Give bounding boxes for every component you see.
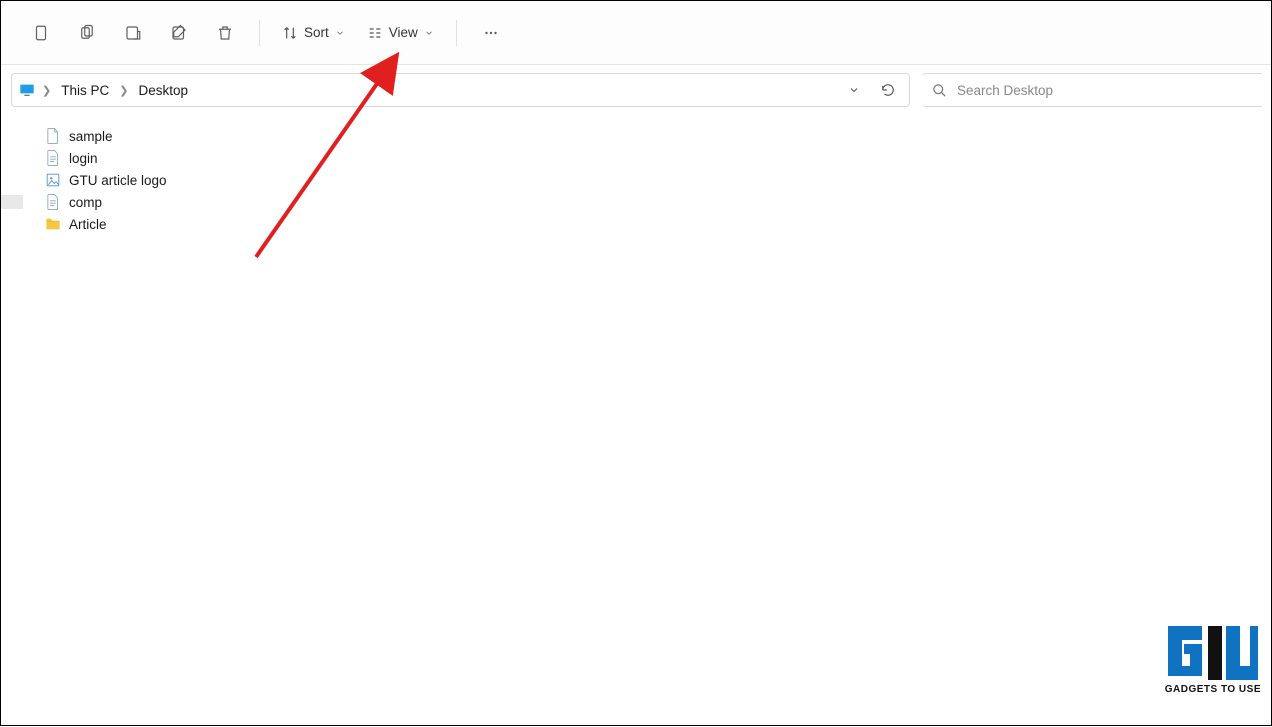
delete-button[interactable] — [205, 13, 245, 53]
file-icon — [45, 128, 61, 144]
search-input[interactable] — [957, 83, 1252, 98]
list-item[interactable]: comp — [45, 191, 1271, 213]
breadcrumb-current[interactable]: Desktop — [134, 81, 192, 100]
breadcrumb-this-pc[interactable]: This PC — [57, 81, 113, 100]
ellipsis-icon — [482, 24, 500, 42]
toolbar-separator — [259, 20, 260, 46]
list-item[interactable]: Article — [45, 213, 1271, 235]
more-button[interactable] — [471, 13, 511, 53]
new-item-button[interactable] — [21, 13, 61, 53]
watermark-logo-icon — [1168, 626, 1258, 680]
chevron-down-icon — [424, 28, 434, 38]
sort-button[interactable]: Sort — [274, 13, 353, 53]
sort-icon — [282, 25, 298, 41]
file-name: sample — [69, 129, 113, 144]
list-item[interactable]: GTU article logo — [45, 169, 1271, 191]
watermark-text: GADGETS TO USE — [1165, 684, 1261, 695]
file-name: GTU article logo — [69, 173, 167, 188]
toolbar-separator — [456, 20, 457, 46]
file-name: login — [69, 151, 98, 166]
toolbar: Sort View — [1, 1, 1271, 65]
sort-label: Sort — [304, 25, 329, 40]
search-bar[interactable] — [922, 73, 1262, 107]
file-name: Article — [69, 217, 107, 232]
view-button[interactable]: View — [359, 13, 442, 53]
view-list-icon — [367, 25, 383, 41]
watermark: GADGETS TO USE — [1165, 626, 1261, 695]
text-file-icon — [45, 194, 61, 210]
address-bar[interactable]: ❯ This PC ❯ Desktop — [11, 73, 910, 107]
chevron-right-icon: ❯ — [117, 84, 130, 97]
history-dropdown-button[interactable] — [839, 75, 869, 105]
selection-indicator — [1, 195, 23, 209]
search-icon — [932, 83, 947, 98]
copy-button[interactable] — [67, 13, 107, 53]
image-file-icon — [45, 172, 61, 188]
chevron-right-icon: ❯ — [40, 84, 53, 97]
list-item[interactable]: login — [45, 147, 1271, 169]
file-list: sample login GTU article logo comp Artic… — [1, 107, 1271, 235]
folder-icon — [45, 216, 61, 232]
file-name: comp — [69, 195, 102, 210]
address-row: ❯ This PC ❯ Desktop — [1, 65, 1271, 107]
text-file-icon — [45, 150, 61, 166]
rename-button[interactable] — [159, 13, 199, 53]
refresh-button[interactable] — [873, 75, 903, 105]
list-item[interactable]: sample — [45, 125, 1271, 147]
paste-button[interactable] — [113, 13, 153, 53]
monitor-icon — [18, 81, 36, 99]
view-label: View — [389, 25, 418, 40]
chevron-down-icon — [335, 28, 345, 38]
